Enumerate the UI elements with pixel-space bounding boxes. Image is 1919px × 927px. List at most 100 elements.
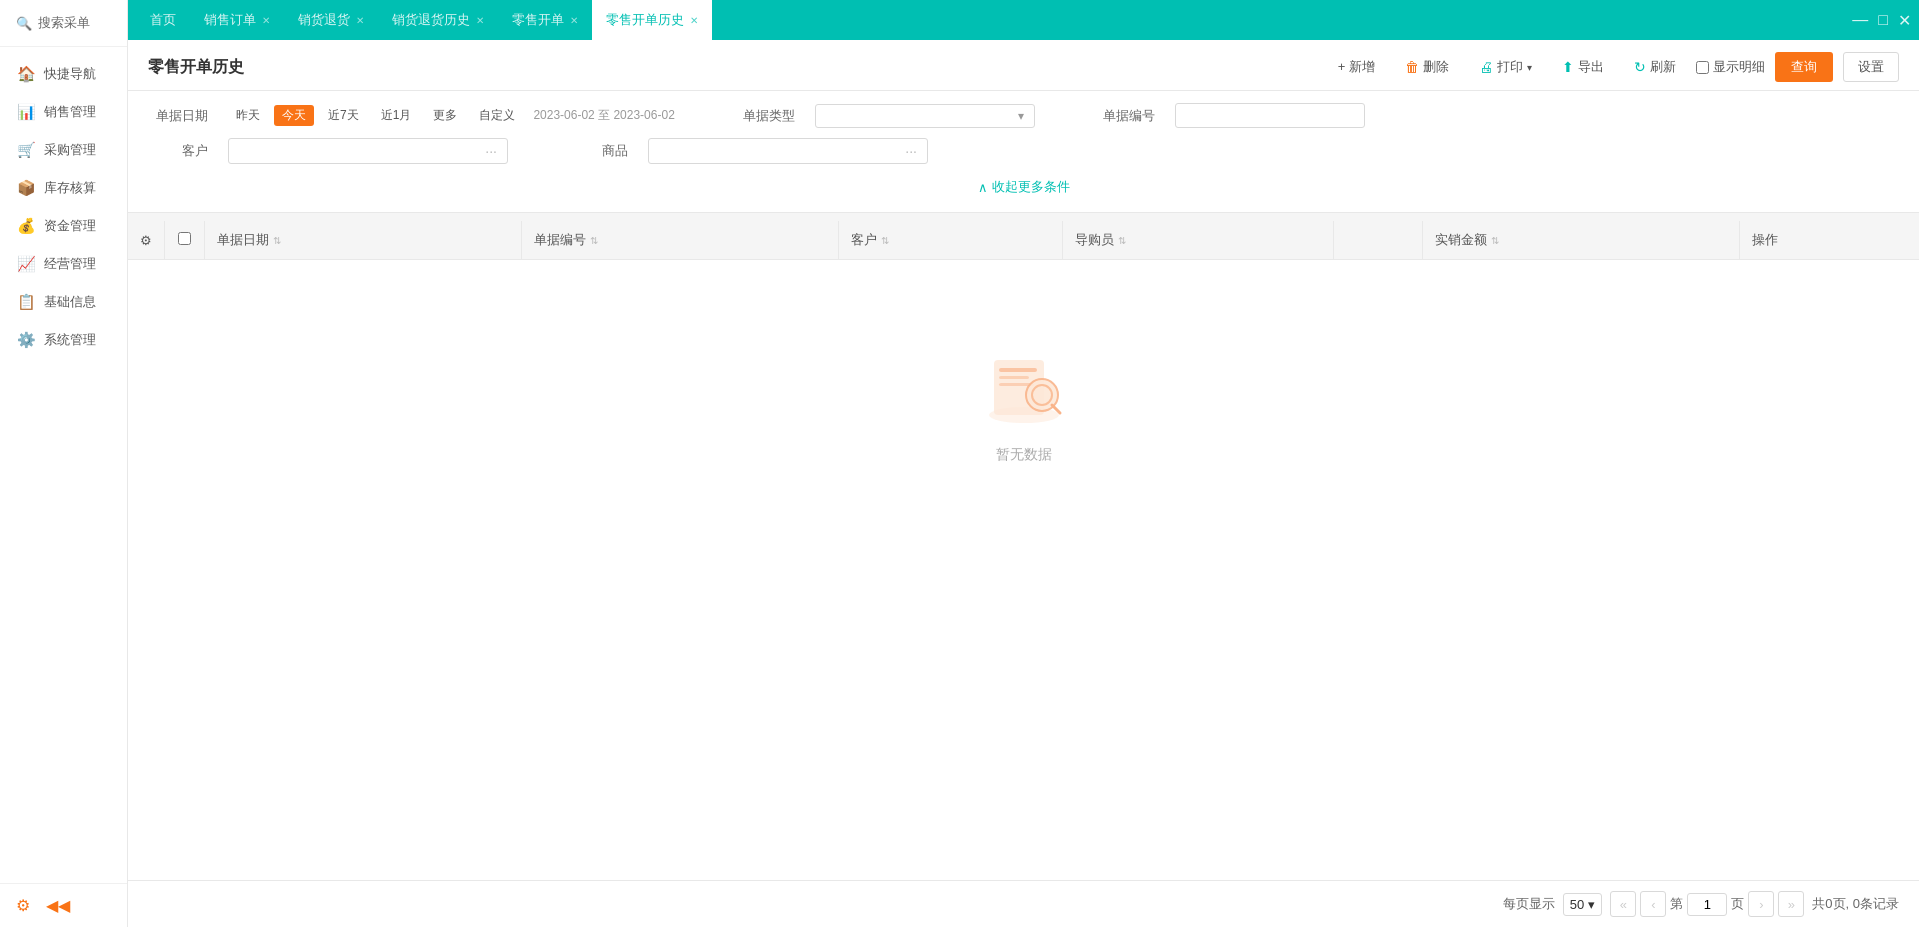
export-button[interactable]: ⬆ 导出 — [1552, 53, 1614, 81]
close-tab-sales-return-history-icon[interactable]: ✕ — [476, 15, 484, 26]
display-detail-checkbox[interactable]: 显示明细 — [1696, 58, 1765, 76]
prev-page-icon: ‹ — [1651, 897, 1655, 912]
collapse-more-label: 收起更多条件 — [992, 178, 1070, 196]
th-amount[interactable]: 实销金额 ⇅ — [1422, 221, 1739, 260]
filter-area: 单据日期 昨天 今天 近7天 近1月 更多 自定义 2023-06-02 至 2… — [128, 91, 1919, 213]
pagination: 每页显示 50 ▾ « ‹ 第 页 › » — [128, 880, 1919, 927]
page-title: 零售开单历史 — [148, 57, 244, 78]
tab-sales-return[interactable]: 销货退货 ✕ — [284, 0, 378, 40]
add-button[interactable]: + 新增 — [1328, 53, 1385, 81]
sidebar-item-label: 快捷导航 — [44, 65, 96, 83]
prev-page-button[interactable]: ‹ — [1640, 891, 1666, 917]
refresh-button[interactable]: ↻ 刷新 — [1624, 53, 1686, 81]
sidebar-item-label: 资金管理 — [44, 217, 96, 235]
empty-state: 暂无数据 — [128, 260, 1919, 544]
customer-browse-icon[interactable]: ··· — [485, 143, 497, 159]
tab-sales-return-history-label: 销货退货历史 — [392, 11, 470, 29]
customer-input-field[interactable] — [239, 144, 479, 159]
tab-retail-open[interactable]: 零售开单 ✕ — [498, 0, 592, 40]
tab-sales-order[interactable]: 销售订单 ✕ — [190, 0, 284, 40]
per-page-label: 每页显示 — [1503, 895, 1555, 913]
close-tab-sales-order-icon[interactable]: ✕ — [262, 15, 270, 26]
next-page-button[interactable]: › — [1748, 891, 1774, 917]
sidebar-item-basic[interactable]: 📋 基础信息 — [0, 283, 127, 321]
type-filter-select[interactable]: ▾ — [815, 104, 1035, 128]
date-btn-last7[interactable]: 近7天 — [320, 105, 367, 126]
query-button[interactable]: 查询 — [1775, 52, 1833, 82]
close-window-icon[interactable]: ✕ — [1898, 11, 1911, 30]
select-all-checkbox[interactable] — [178, 232, 191, 245]
goods-browse-icon[interactable]: ··· — [905, 143, 917, 159]
th-number[interactable]: 单据编号 ⇅ — [521, 221, 838, 260]
th-settings[interactable]: ⚙ — [128, 221, 165, 260]
date-btn-today[interactable]: 今天 — [274, 105, 314, 126]
sidebar-search[interactable]: 🔍 搜索采单 — [0, 0, 127, 47]
inventory-icon: 📦 — [16, 179, 36, 197]
th-guide-sort-icon: ⇅ — [1118, 235, 1126, 246]
sidebar-item-system[interactable]: ⚙️ 系统管理 — [0, 321, 127, 359]
first-page-button[interactable]: « — [1610, 891, 1636, 917]
last-page-button[interactable]: » — [1778, 891, 1804, 917]
display-detail-check[interactable] — [1696, 61, 1709, 74]
maximize-icon[interactable]: □ — [1878, 11, 1888, 29]
sidebar-item-finance[interactable]: 💰 资金管理 — [0, 207, 127, 245]
sidebar-item-label: 基础信息 — [44, 293, 96, 311]
per-page-select[interactable]: 50 ▾ — [1563, 893, 1602, 916]
page-input[interactable] — [1687, 893, 1727, 916]
sidebar-item-purchase[interactable]: 🛒 采购管理 — [0, 131, 127, 169]
tab-sales-return-history[interactable]: 销货退货历史 ✕ — [378, 0, 498, 40]
date-btn-last-month[interactable]: 近1月 — [373, 105, 420, 126]
sidebar-item-quick-nav[interactable]: 🏠 快捷导航 — [0, 55, 127, 93]
customer-filter-input[interactable]: ··· — [228, 138, 508, 164]
column-settings-icon[interactable]: ⚙ — [140, 233, 152, 248]
tab-retail-history[interactable]: 零售开单历史 ✕ — [592, 0, 712, 40]
th-checkbox[interactable] — [165, 221, 205, 260]
close-tab-sales-return-icon[interactable]: ✕ — [356, 15, 364, 26]
th-guide[interactable]: 导购员 ⇅ — [1063, 221, 1334, 260]
empty-state-row: 暂无数据 — [128, 260, 1919, 545]
main-content: 首页 销售订单 ✕ 销货退货 ✕ 销货退货历史 ✕ 零售开单 ✕ 零售开单历史 … — [128, 0, 1919, 927]
page-content: 零售开单历史 + 新增 🗑 删除 🖨 打印 ▾ ⬆ 导出 — [128, 40, 1919, 927]
sidebar-item-sales[interactable]: 📊 销售管理 — [0, 93, 127, 131]
goods-input-field[interactable] — [659, 144, 899, 159]
type-filter-label: 单据类型 — [735, 107, 795, 125]
finance-icon: 💰 — [16, 217, 36, 235]
th-customer[interactable]: 客户 ⇅ — [838, 221, 1062, 260]
collapse-more-button[interactable]: ∧ 收起更多条件 — [148, 174, 1899, 200]
table-body: 暂无数据 — [128, 260, 1919, 545]
date-btn-more[interactable]: 更多 — [425, 105, 465, 126]
date-filter-options: 昨天 今天 近7天 近1月 更多 自定义 2023-06-02 至 2023-0… — [228, 105, 675, 126]
th-date-label: 单据日期 — [217, 231, 269, 249]
th-customer-sort-icon: ⇅ — [881, 235, 889, 246]
goods-filter-input[interactable]: ··· — [648, 138, 928, 164]
export-icon: ⬆ — [1562, 59, 1574, 75]
delete-button-label: 删除 — [1423, 58, 1449, 76]
close-tab-retail-open-icon[interactable]: ✕ — [570, 15, 578, 26]
sidebar-item-inventory[interactable]: 📦 库存核算 — [0, 169, 127, 207]
operations-icon: 📈 — [16, 255, 36, 273]
print-icon: 🖨 — [1479, 59, 1493, 75]
search-icon: 🔍 — [16, 16, 32, 31]
tab-home[interactable]: 首页 — [136, 0, 190, 40]
print-button[interactable]: 🖨 打印 ▾ — [1469, 53, 1542, 81]
pagination-nav: « ‹ 第 页 › » — [1610, 891, 1804, 917]
number-input-field[interactable] — [1186, 108, 1354, 123]
settings-icon[interactable]: ⚙ — [16, 896, 30, 915]
tabs-right-controls: — □ ✕ — [1852, 11, 1911, 30]
number-filter-input[interactable] — [1175, 103, 1365, 128]
minimize-icon[interactable]: — — [1852, 11, 1868, 29]
setting-button[interactable]: 设置 — [1843, 52, 1899, 82]
delete-button[interactable]: 🗑 删除 — [1395, 53, 1459, 81]
tab-home-label: 首页 — [150, 11, 176, 29]
number-filter-label: 单据编号 — [1095, 107, 1155, 125]
print-caret-icon: ▾ — [1527, 62, 1532, 73]
tab-retail-history-label: 零售开单历史 — [606, 11, 684, 29]
th-date[interactable]: 单据日期 ⇅ — [205, 221, 522, 260]
sidebar-item-operations[interactable]: 📈 经营管理 — [0, 245, 127, 283]
close-tab-retail-history-icon[interactable]: ✕ — [690, 15, 698, 26]
collapse-sidebar-icon[interactable]: ◀◀ — [46, 896, 70, 915]
date-btn-yesterday[interactable]: 昨天 — [228, 105, 268, 126]
date-btn-custom[interactable]: 自定义 — [471, 105, 523, 126]
svg-rect-2 — [999, 368, 1037, 372]
table-wrapper: ⚙ 单据日期 ⇅ — [128, 221, 1919, 880]
